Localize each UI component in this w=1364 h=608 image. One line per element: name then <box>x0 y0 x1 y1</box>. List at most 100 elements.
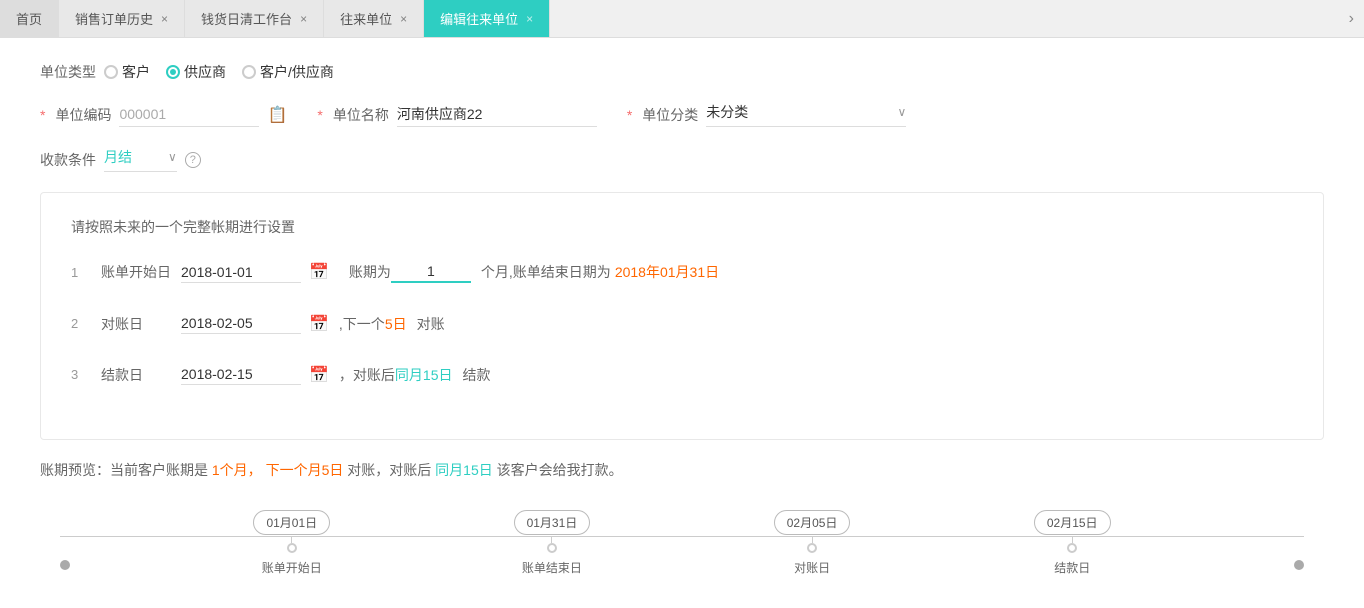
unit-class-chevron-icon: ∨ <box>897 105 906 119</box>
tab-cash-work-close[interactable]: × <box>300 12 307 26</box>
row-1-end-date: 2018年01月31日 <box>615 262 719 282</box>
tab-partner-close[interactable]: × <box>400 12 407 26</box>
tab-partner[interactable]: 往来单位 × <box>324 0 424 37</box>
row-3-suffix-post: 结款 <box>463 365 491 385</box>
tab-edit-partner-label: 编辑往来单位 <box>440 9 518 28</box>
main-content: 单位类型 客户 供应商 客户/供应商 * 单位编码 <box>0 38 1364 608</box>
timeline-end-circle <box>1294 560 1304 570</box>
unit-class-select[interactable]: 未分类 ∨ <box>706 102 906 127</box>
preview-prefix: 账期预览：当前客户账期是 <box>40 462 208 478</box>
radio-both[interactable]: 客户/供应商 <box>242 62 334 82</box>
timeline-wrapper: 01月01日 账单开始日 01月31日 账单结束日 02月05日 对账日 <box>40 510 1324 576</box>
row-3-calendar-icon[interactable]: 📅 <box>309 365 329 385</box>
settings-title: 请按照未来的一个完整帐期进行设置 <box>71 217 1293 237</box>
timeline-start-dot <box>60 539 70 576</box>
timeline-node-2-circle <box>547 543 557 553</box>
tab-bar: 首页 销售订单历史 × 钱货日清工作台 × 往来单位 × 编辑往来单位 × › <box>0 0 1364 38</box>
payment-terms-group: 收款条件 月结 ∨ ? <box>40 147 201 172</box>
tab-expand-button[interactable]: › <box>1339 0 1364 37</box>
timeline-nodes: 01月01日 账单开始日 01月31日 账单结束日 02月05日 对账日 <box>60 510 1304 576</box>
timeline-node-4-pill: 02月15日 <box>1034 510 1111 535</box>
settings-row-3: 3 结款日 📅 ，对账后 同月15日 结款 <box>71 364 1293 385</box>
settings-row-1: 1 账单开始日 📅 账期为 个月,账单结束日期为 2018年01月31日 <box>71 261 1293 283</box>
unit-type-row: 单位类型 客户 供应商 客户/供应商 <box>40 62 1324 82</box>
radio-both-label: 客户/供应商 <box>260 62 334 82</box>
row-3-number: 3 <box>71 367 101 382</box>
timeline-node-3-circle <box>807 543 817 553</box>
unit-info-row: * 单位编码 📋 * 单位名称 * 单位分类 未分类 ∨ <box>40 102 1324 127</box>
timeline-node-1-circle <box>287 543 297 553</box>
timeline-node-4: 02月15日 结款日 <box>1034 510 1111 576</box>
timeline-node-1-label: 账单开始日 <box>262 559 322 576</box>
radio-supplier[interactable]: 供应商 <box>166 62 226 82</box>
unit-type-label: 单位类型 <box>40 62 96 82</box>
row-2-number: 2 <box>71 316 101 331</box>
tab-home[interactable]: 首页 <box>0 0 59 37</box>
preview-part2: 下一个月5日 <box>266 462 344 478</box>
tab-sales-history-close[interactable]: × <box>161 12 168 26</box>
unit-code-label: 单位编码 <box>55 105 111 125</box>
preview-part1: 1个月， <box>212 462 262 478</box>
unit-type-group: 单位类型 客户 供应商 客户/供应商 <box>40 62 334 82</box>
row-1-period-label: 账期为 <box>349 262 391 282</box>
payment-terms-chevron-icon: ∨ <box>168 150 177 164</box>
timeline-node-3-pill: 02月05日 <box>774 510 851 535</box>
timeline-node-1-pill: 01月01日 <box>253 510 330 535</box>
unit-class-required: * <box>627 107 632 123</box>
unit-code-calendar-icon[interactable]: 📋 <box>267 105 287 125</box>
timeline-node-2: 01月31日 账单结束日 <box>514 510 591 576</box>
row-3-suffix-pre: ，对账后 <box>339 365 395 385</box>
tab-sales-history[interactable]: 销售订单历史 × <box>59 0 185 37</box>
payment-terms-label: 收款条件 <box>40 150 96 170</box>
timeline-node-2-pill: 01月31日 <box>514 510 591 535</box>
radio-customer[interactable]: 客户 <box>104 62 150 82</box>
timeline-start-circle <box>60 560 70 570</box>
payment-terms-help-icon[interactable]: ? <box>185 152 201 168</box>
timeline-node-2-label: 账单结束日 <box>522 559 582 576</box>
row-2-label: 对账日 <box>101 314 181 334</box>
preview-middle: 对账，对账后 <box>347 462 431 478</box>
row-1-period-unit: 个月,账单结束日期为 <box>481 262 611 282</box>
timeline-node-3-label: 对账日 <box>794 559 830 576</box>
timeline-node-4-circle <box>1067 543 1077 553</box>
payment-terms-value: 月结 <box>104 147 164 167</box>
radio-both-circle <box>242 65 256 79</box>
unit-name-group: * 单位名称 <box>317 102 596 127</box>
tab-partner-label: 往来单位 <box>340 9 392 28</box>
row-3-label: 结款日 <box>101 365 181 385</box>
settings-row-2: 2 对账日 📅 ,下一个 5日 对账 <box>71 313 1293 334</box>
timeline-node-1: 01月01日 账单开始日 <box>253 510 330 576</box>
row-3-suffix-highlight: 同月15日 <box>395 365 453 385</box>
row-1-label: 账单开始日 <box>101 262 181 282</box>
radio-supplier-label: 供应商 <box>184 62 226 82</box>
row-1-period-input[interactable] <box>391 261 471 283</box>
radio-group: 客户 供应商 客户/供应商 <box>104 62 334 82</box>
unit-classification-group: * 单位分类 未分类 ∨ <box>627 102 906 127</box>
row-2-calendar-icon[interactable]: 📅 <box>309 314 329 334</box>
preview-suffix: 该客户会给我打款。 <box>497 462 623 478</box>
timeline-line <box>60 536 1304 537</box>
row-2-suffix-pre: ,下一个 <box>339 314 385 334</box>
row-2-suffix-post: 对账 <box>417 314 445 334</box>
unit-class-value: 未分类 <box>706 102 889 122</box>
preview-part3: 同月15日 <box>435 462 493 478</box>
timeline-end-dot <box>1294 539 1304 576</box>
row-3-date-input[interactable] <box>181 364 301 385</box>
tab-home-label: 首页 <box>16 9 42 28</box>
unit-name-input[interactable] <box>397 102 597 127</box>
radio-customer-circle <box>104 65 118 79</box>
tab-edit-partner-close[interactable]: × <box>526 12 533 26</box>
unit-class-label: 单位分类 <box>642 105 698 125</box>
row-2-date-input[interactable] <box>181 313 301 334</box>
unit-code-required: * <box>40 107 45 123</box>
payment-terms-select[interactable]: 月结 ∨ <box>104 147 177 172</box>
tab-edit-partner[interactable]: 编辑往来单位 × <box>424 0 550 37</box>
unit-code-input[interactable] <box>119 102 259 127</box>
row-1-calendar-icon[interactable]: 📅 <box>309 262 329 282</box>
timeline-node-3: 02月05日 对账日 <box>774 510 851 576</box>
row-1-date-input[interactable] <box>181 262 301 283</box>
row-2-suffix-highlight: 5日 <box>385 314 407 334</box>
tab-cash-work[interactable]: 钱货日清工作台 × <box>185 0 324 37</box>
timeline-node-4-label: 结款日 <box>1054 559 1090 576</box>
row-1-number: 1 <box>71 265 101 280</box>
